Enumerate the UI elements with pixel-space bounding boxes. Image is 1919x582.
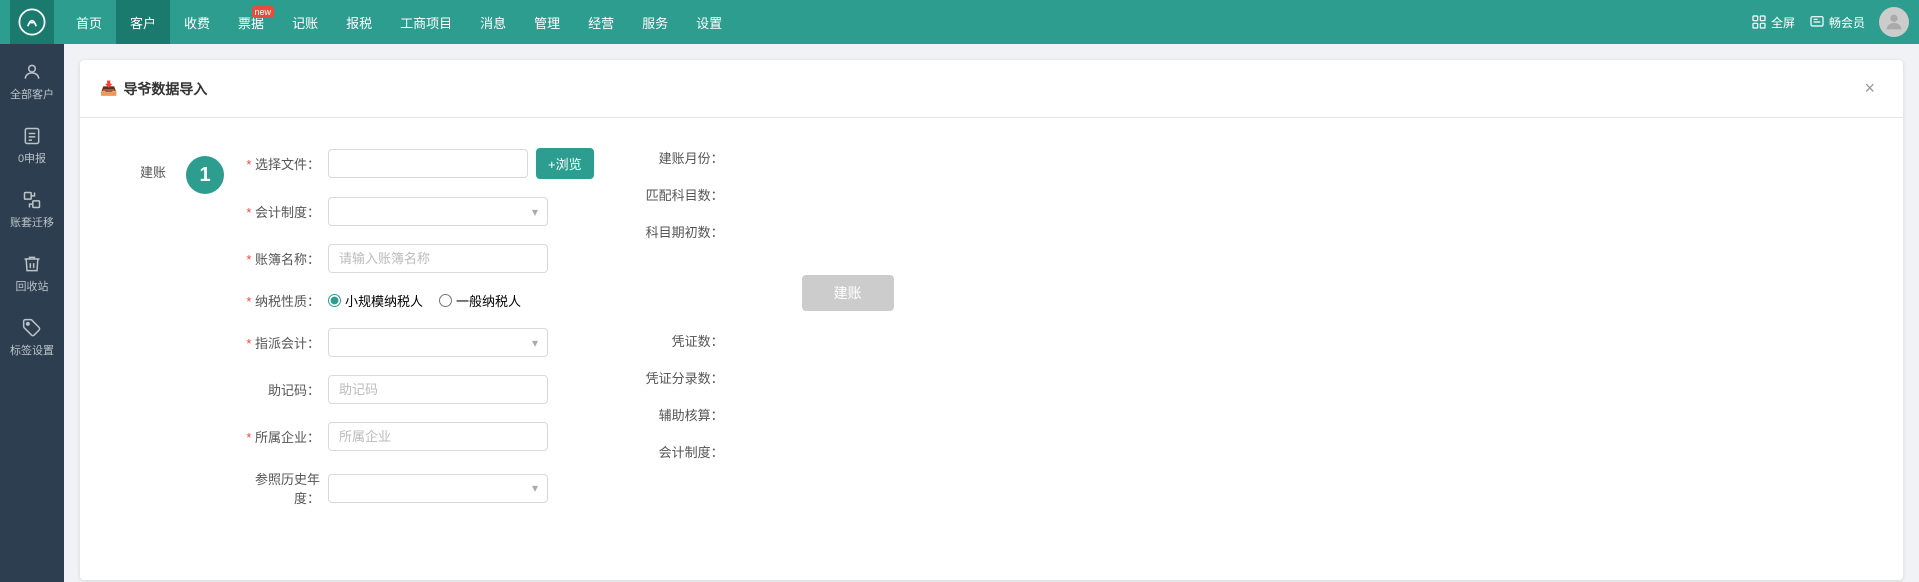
accounting-system-label: 会计制度： xyxy=(634,442,724,461)
file-label: 选择文件： xyxy=(240,154,320,173)
history-select[interactable] xyxy=(328,474,548,503)
build-account-button[interactable]: 建账 xyxy=(802,275,894,311)
accounting-label: 会计制度： xyxy=(240,202,320,221)
form-row-memo: 助记码： xyxy=(240,375,594,404)
info-row-accounting-system: 会计制度： xyxy=(634,442,894,461)
dialog-body: 建账 1 选择文件： +浏览 xyxy=(80,118,1903,555)
nav-bill[interactable]: 票据 new xyxy=(224,0,278,44)
sidebar-item-migrate[interactable]: 账套迁移 xyxy=(0,180,64,240)
info-row-voucher-entries: 凭证分录数： xyxy=(634,368,894,387)
voucher-entries-label: 凭证分录数： xyxy=(634,368,724,387)
layout: 全部客户 0申报 账套迁移 回收站 标签设置 xyxy=(0,44,1919,582)
step-label: 建账 xyxy=(140,152,166,181)
accounting-select[interactable] xyxy=(328,197,548,226)
sidebar-item-all-customers[interactable]: 全部客户 xyxy=(0,52,64,112)
match-subject-label: 匹配科目数： xyxy=(634,185,724,204)
nav-fee[interactable]: 收费 xyxy=(170,0,224,44)
form-row-belong: 所属企业： xyxy=(240,422,594,451)
accounting-select-wrapper xyxy=(328,197,548,226)
nav-home[interactable]: 首页 xyxy=(62,0,116,44)
info-row-build-month: 建账月份： xyxy=(634,148,894,167)
form-row-file: 选择文件： +浏览 xyxy=(240,148,594,179)
dialog-card: 📥 导爷数据导入 × 建账 1 xyxy=(80,60,1903,580)
sidebar-item-report[interactable]: 0申报 xyxy=(0,116,64,176)
voucher-label: 凭证数： xyxy=(634,331,724,350)
accountant-select[interactable] xyxy=(328,328,548,357)
step-section: 建账 1 选择文件： +浏览 xyxy=(140,148,594,525)
sidebar-item-tag[interactable]: 标签设置 xyxy=(0,308,64,368)
form-row-accounting: 会计制度： xyxy=(240,197,594,226)
accountant-select-wrapper xyxy=(328,328,548,357)
nav-message[interactable]: 消息 xyxy=(466,0,520,44)
history-select-wrapper xyxy=(328,474,548,503)
sidebar-item-label: 回收站 xyxy=(16,278,49,294)
nav-customer[interactable]: 客户 xyxy=(116,0,170,44)
info-row-voucher: 凭证数： xyxy=(634,331,894,350)
sidebar-item-label: 标签设置 xyxy=(10,342,54,358)
form-row-ledger: 账簿名称： xyxy=(240,244,594,273)
radio-general-taxpayer[interactable]: 一般纳税人 xyxy=(439,291,521,310)
nav-business[interactable]: 工商项目 xyxy=(386,0,466,44)
close-button[interactable]: × xyxy=(1856,74,1883,103)
form-row-history: 参照历史年度： xyxy=(240,469,594,507)
form-row-tax: 纳税性质： 小规模纳税人 一般纳税人 xyxy=(240,291,594,310)
accountant-label: 指派会计： xyxy=(240,333,320,352)
memo-label: 助记码： xyxy=(240,380,320,399)
nav-bookkeeping[interactable]: 记账 xyxy=(278,0,332,44)
nav-service[interactable]: 服务 xyxy=(628,0,682,44)
nav-settings[interactable]: 设置 xyxy=(682,0,736,44)
step-circle: 1 xyxy=(186,156,224,194)
member-label: 畅会员 xyxy=(1829,14,1865,31)
info-row-match-subject: 匹配科目数： xyxy=(634,185,894,204)
new-badge: new xyxy=(252,6,275,18)
aux-account-label: 辅助核算： xyxy=(634,405,724,424)
history-label: 参照历史年度： xyxy=(240,469,320,507)
dialog-header: 📥 导爷数据导入 × xyxy=(80,60,1903,118)
main-content: 📥 导爷数据导入 × 建账 1 xyxy=(64,44,1919,582)
dialog-title: 📥 导爷数据导入 xyxy=(100,79,207,99)
nav-tax[interactable]: 报税 xyxy=(332,0,386,44)
radio-small-taxpayer[interactable]: 小规模纳税人 xyxy=(328,291,423,310)
nav-manage[interactable]: 管理 xyxy=(520,0,574,44)
build-month-label: 建账月份： xyxy=(634,148,724,167)
app-logo xyxy=(10,0,54,44)
sidebar-item-label: 0申报 xyxy=(18,150,46,166)
tax-label: 纳税性质： xyxy=(240,291,320,310)
fullscreen-label: 全屏 xyxy=(1771,14,1795,31)
fullscreen-btn[interactable]: 全屏 xyxy=(1751,14,1795,31)
info-row-aux-account: 辅助核算： xyxy=(634,405,894,424)
member-btn[interactable]: 畅会员 xyxy=(1809,14,1865,31)
tax-radio-group: 小规模纳税人 一般纳税人 xyxy=(328,291,521,310)
ledger-label: 账簿名称： xyxy=(240,249,320,268)
sidebar: 全部客户 0申报 账套迁移 回收站 标签设置 xyxy=(0,44,64,582)
topnav: 首页 客户 收费 票据 new 记账 报税 工商项目 消息 管理 经营 服务 设… xyxy=(0,0,1919,44)
form-row-accountant: 指派会计： xyxy=(240,328,594,357)
import-icon: 📥 xyxy=(100,80,117,97)
sidebar-item-trash[interactable]: 回收站 xyxy=(0,244,64,304)
browse-button[interactable]: +浏览 xyxy=(536,148,594,179)
sidebar-item-label: 账套迁移 xyxy=(10,214,54,230)
info-section: 建账月份： 匹配科目数： 科目期初数： 建账 凭证 xyxy=(634,148,894,525)
dialog-title-text: 导爷数据导入 xyxy=(123,79,207,99)
belong-label: 所属企业： xyxy=(240,427,320,446)
info-row-subject-init: 科目期初数： xyxy=(634,222,894,241)
nav-operation[interactable]: 经营 xyxy=(574,0,628,44)
file-input[interactable] xyxy=(328,149,528,178)
sidebar-item-label: 全部客户 xyxy=(10,86,54,102)
belong-input[interactable] xyxy=(328,422,548,451)
subject-init-label: 科目期初数： xyxy=(634,222,724,241)
ledger-name-input[interactable] xyxy=(328,244,548,273)
memo-input[interactable] xyxy=(328,375,548,404)
topnav-right: 全屏 畅会员 xyxy=(1751,7,1909,37)
avatar[interactable] xyxy=(1879,7,1909,37)
form-area: 选择文件： +浏览 会计制度： xyxy=(240,148,594,525)
